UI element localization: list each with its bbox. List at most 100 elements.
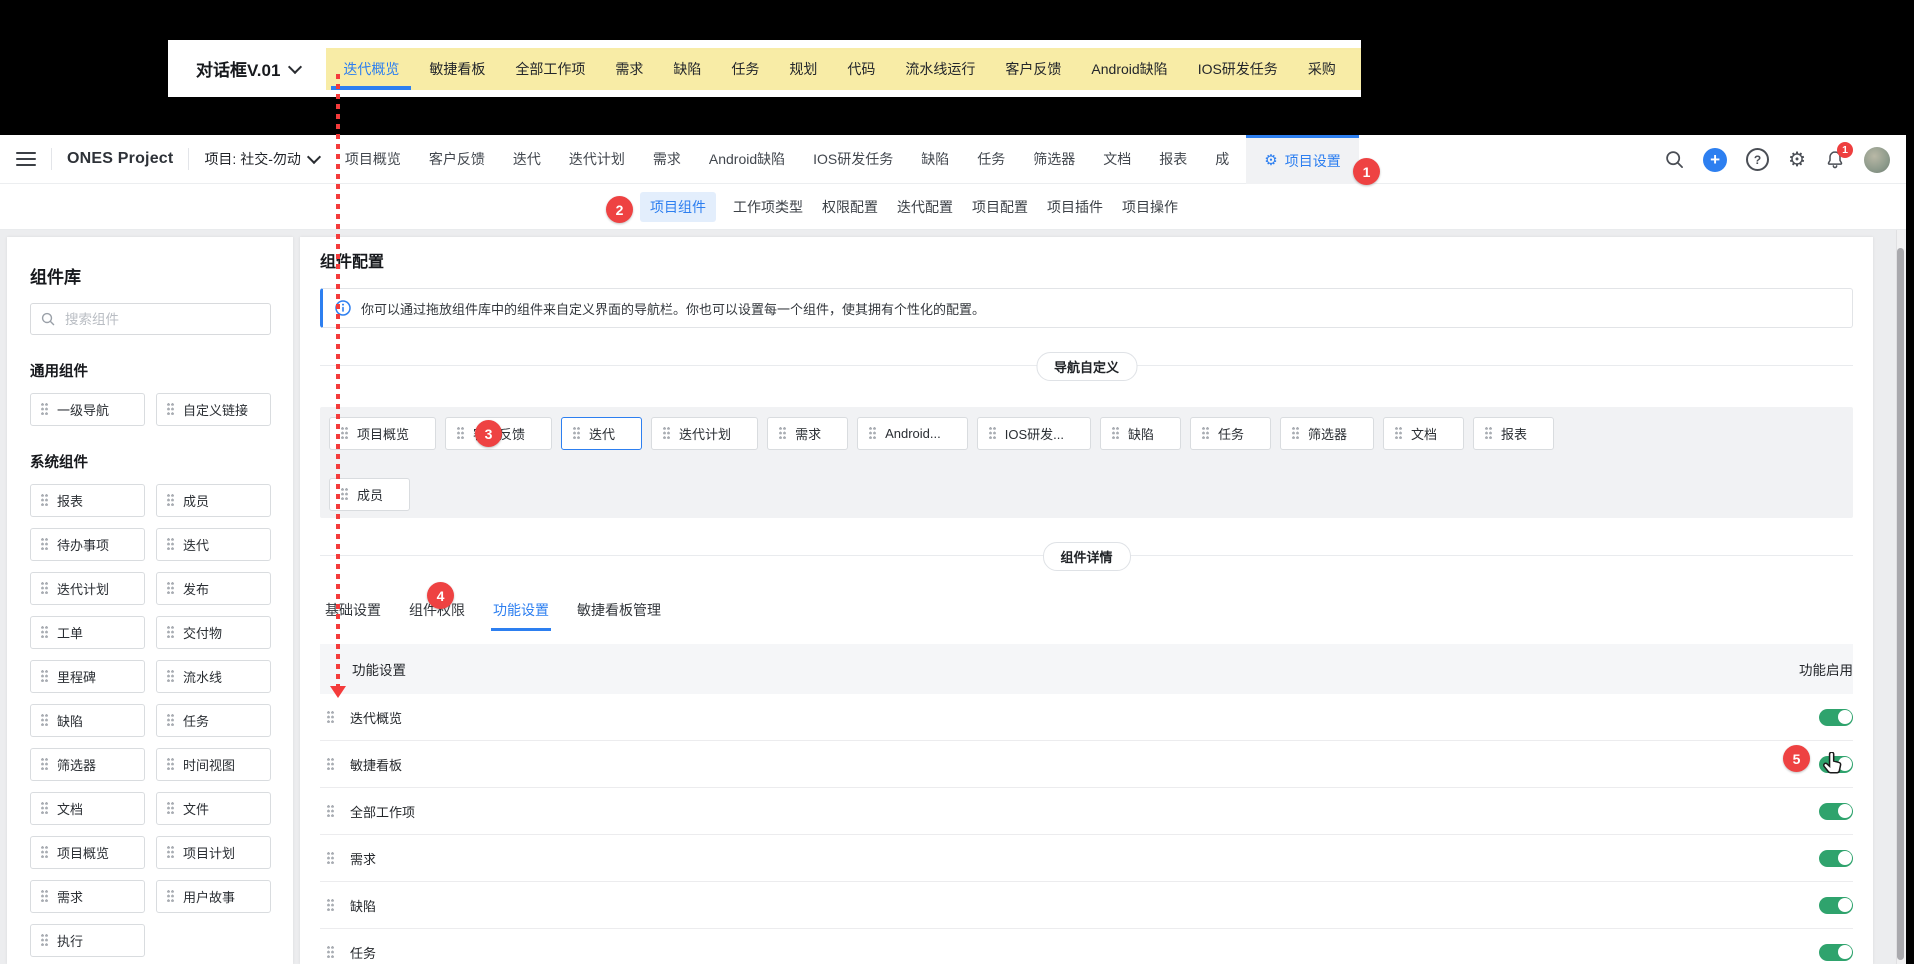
nav-chip-selected[interactable]: 迭代: [561, 417, 643, 450]
component-chip[interactable]: 项目概览: [30, 836, 145, 869]
dialog-tab[interactable]: 敏捷看板: [414, 48, 500, 90]
component-chip[interactable]: 交付物: [156, 616, 271, 649]
project-selector[interactable]: 项目: 社交-勿动: [204, 149, 321, 169]
component-chip[interactable]: 迭代计划: [30, 572, 145, 605]
nav-chip[interactable]: 任务: [1189, 417, 1271, 450]
drag-handle-icon: [1292, 427, 1299, 440]
component-chip[interactable]: 里程碑: [30, 660, 145, 693]
drag-handle-icon[interactable]: [327, 757, 334, 771]
dialog-tab[interactable]: 全部工作项: [500, 48, 600, 90]
nav-item[interactable]: 缺陷: [921, 149, 949, 169]
nav-item[interactable]: 筛选器: [1033, 149, 1075, 169]
nav-item[interactable]: 迭代计划: [569, 149, 625, 169]
table-row: 任务: [320, 929, 1853, 964]
settings-gear-icon[interactable]: ⚙: [1788, 150, 1806, 170]
hamburger-menu-icon[interactable]: [16, 152, 36, 166]
dialog-tab[interactable]: 代码: [832, 48, 890, 90]
subnav-item-project-components[interactable]: 项目组件: [640, 192, 716, 222]
dialog-tab[interactable]: 流水线运行: [890, 48, 990, 90]
component-chip[interactable]: 流水线: [156, 660, 271, 693]
feature-toggle-on[interactable]: [1819, 896, 1853, 914]
tab-agile-board-management[interactable]: 敏捷看板管理: [577, 600, 661, 631]
nav-item[interactable]: 任务: [977, 149, 1005, 169]
component-chip[interactable]: 成员: [156, 484, 271, 517]
drag-handle-icon[interactable]: [327, 898, 334, 912]
avatar[interactable]: [1864, 146, 1890, 173]
nav-item[interactable]: 迭代: [513, 149, 541, 169]
nav-chip[interactable]: 需求: [767, 417, 849, 450]
nav-item[interactable]: 报表: [1159, 149, 1187, 169]
search-input[interactable]: [63, 310, 260, 328]
tab-feature-settings[interactable]: 功能设置: [491, 600, 551, 631]
component-chip[interactable]: 任务: [156, 704, 271, 737]
component-chip[interactable]: 迭代: [156, 528, 271, 561]
component-chip[interactable]: 一级导航: [30, 393, 145, 426]
notifications-bell-icon[interactable]: 1: [1825, 142, 1853, 170]
nav-chip[interactable]: 筛选器: [1280, 417, 1375, 450]
drag-handle-icon[interactable]: [327, 804, 334, 818]
subnav-item[interactable]: 项目插件: [1045, 192, 1105, 222]
nav-item-truncated[interactable]: 成: [1215, 149, 1232, 169]
component-chip[interactable]: 用户故事: [156, 880, 271, 913]
nav-chip[interactable]: 文档: [1383, 417, 1465, 450]
help-icon[interactable]: ?: [1746, 148, 1770, 171]
search-icon[interactable]: [1665, 150, 1684, 169]
dialog-tab[interactable]: IOS研发任务: [1183, 48, 1293, 90]
nav-chip[interactable]: Android...: [857, 417, 968, 450]
drag-handle-icon: [167, 758, 174, 771]
dialog-version-selector[interactable]: 对话框V.01: [168, 56, 326, 81]
dialog-tab[interactable]: 需求: [600, 48, 658, 90]
component-chip[interactable]: 时间视图: [156, 748, 271, 781]
component-chip[interactable]: 项目计划: [156, 836, 271, 869]
dialog-tab[interactable]: 规划: [774, 48, 832, 90]
subnav-item[interactable]: 权限配置: [820, 192, 880, 222]
nav-item[interactable]: IOS研发任务: [813, 149, 893, 169]
nav-item[interactable]: 文档: [1103, 149, 1131, 169]
subnav-item[interactable]: 项目操作: [1120, 192, 1180, 222]
nav-item[interactable]: 客户反馈: [429, 149, 485, 169]
component-chip[interactable]: 执行: [30, 924, 145, 957]
subnav-item[interactable]: 工作项类型: [731, 192, 805, 222]
drag-handle-icon[interactable]: [327, 851, 334, 865]
create-button[interactable]: +: [1703, 147, 1728, 172]
feature-toggle-on[interactable]: [1819, 943, 1853, 961]
nav-item[interactable]: 项目概览: [345, 149, 401, 169]
drag-handle-icon[interactable]: [327, 945, 334, 959]
component-chip[interactable]: 筛选器: [30, 748, 145, 781]
component-search-box[interactable]: [30, 303, 271, 335]
nav-chip[interactable]: 项目概览: [329, 417, 437, 450]
dialog-tab[interactable]: 采购: [1293, 48, 1351, 90]
nav-chip[interactable]: 报表: [1473, 417, 1555, 450]
subnav-item[interactable]: 迭代配置: [895, 192, 955, 222]
dialog-tab[interactable]: 客户反馈: [990, 48, 1076, 90]
component-chip[interactable]: 缺陷: [30, 704, 145, 737]
app-brand[interactable]: ONES Project: [67, 150, 173, 168]
feature-toggle-on[interactable]: [1819, 849, 1853, 867]
component-chip[interactable]: 文档: [30, 792, 145, 825]
subnav-item[interactable]: 项目配置: [970, 192, 1030, 222]
tab-basic-settings[interactable]: 基础设置: [325, 600, 381, 631]
feature-toggle-on[interactable]: [1819, 708, 1853, 726]
drag-handle-icon[interactable]: [327, 710, 334, 724]
dialog-tab[interactable]: 缺陷: [658, 48, 716, 90]
nav-item[interactable]: 需求: [653, 149, 681, 169]
scrollbar-thumb[interactable]: [1897, 248, 1904, 960]
nav-chip[interactable]: 成员: [329, 478, 411, 511]
dialog-tab[interactable]: Android缺陷: [1076, 48, 1182, 90]
component-chip[interactable]: 工单: [30, 616, 145, 649]
tab-project-settings[interactable]: ⚙ 项目设置: [1246, 134, 1359, 184]
nav-chip[interactable]: 迭代计划: [651, 417, 759, 450]
nav-item[interactable]: Android缺陷: [709, 149, 785, 169]
drag-handle-icon: [41, 714, 48, 727]
component-chip[interactable]: 报表: [30, 484, 145, 517]
dialog-tab[interactable]: 任务: [716, 48, 774, 90]
dialog-tab-iteration-overview[interactable]: 迭代概览: [328, 48, 414, 90]
component-chip[interactable]: 需求: [30, 880, 145, 913]
component-chip[interactable]: 待办事项: [30, 528, 145, 561]
component-chip[interactable]: 自定义链接: [156, 393, 271, 426]
component-chip[interactable]: 文件: [156, 792, 271, 825]
feature-toggle-on[interactable]: [1819, 802, 1853, 820]
nav-chip[interactable]: IOS研发...: [976, 417, 1091, 450]
nav-chip[interactable]: 缺陷: [1099, 417, 1181, 450]
component-chip[interactable]: 发布: [156, 572, 271, 605]
